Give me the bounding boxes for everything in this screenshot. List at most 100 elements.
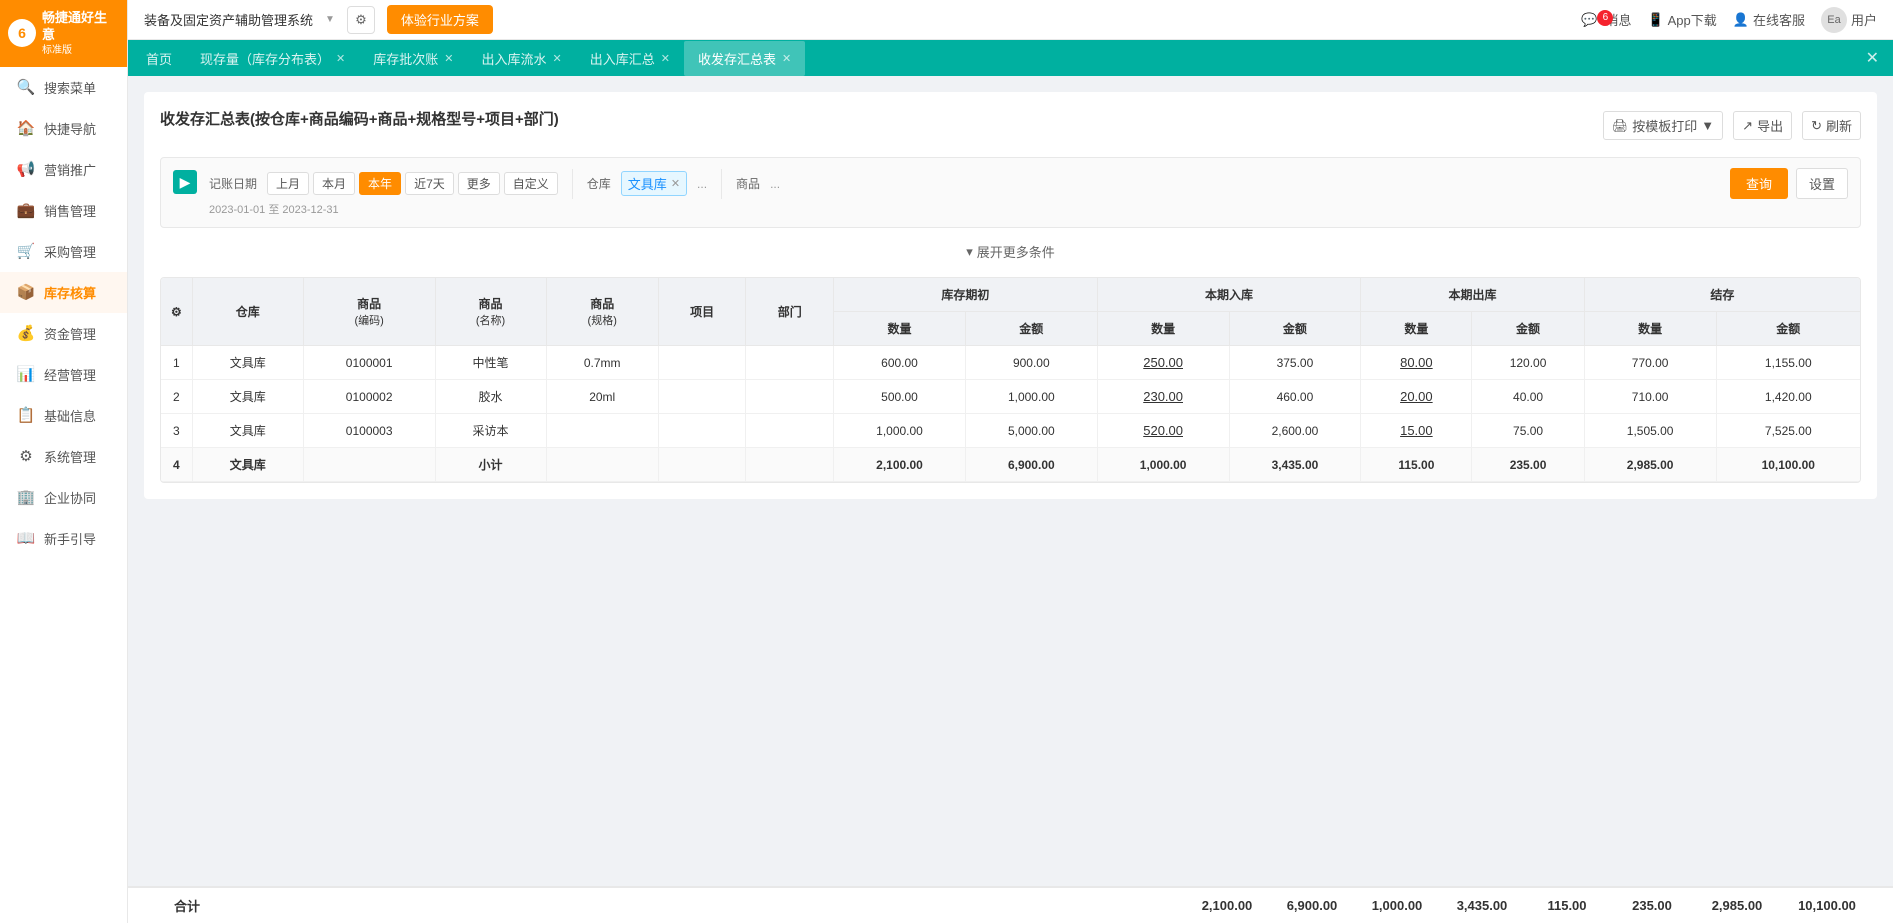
sidebar-item-label: 库存核算: [44, 283, 96, 302]
try-btn[interactable]: 体验行业方案: [387, 5, 493, 34]
page-title: 收发存汇总表(按仓库+商品编码+商品+规格型号+项目+部门): [160, 108, 559, 129]
print-btn[interactable]: 🖨 按模板打印 ▼: [1603, 111, 1723, 140]
th-balance-amt: 金额: [1716, 312, 1860, 346]
sidebar-item-enterprise[interactable]: 🏢 企业协同: [0, 477, 127, 518]
filter-row: 记账日期 上月本月本年近7天更多自定义 仓库 文具库 ✕ ... 商品 ...: [209, 168, 1848, 199]
th-department: 部门: [746, 278, 834, 346]
row-project: [658, 380, 746, 414]
filter-body: 记账日期 上月本月本年近7天更多自定义 仓库 文具库 ✕ ... 商品 ...: [209, 168, 1848, 217]
row-opening-amt: 900.00: [965, 346, 1097, 380]
row-out-qty[interactable]: 15.00: [1361, 414, 1472, 448]
row-goods-name: 小计: [435, 448, 546, 482]
app-download-btn[interactable]: 📱 App下载: [1647, 10, 1716, 29]
row-department: [746, 346, 834, 380]
sidebar-item-search[interactable]: 🔍 搜索菜单: [0, 67, 127, 108]
row-balance-qty: 1,505.00: [1584, 414, 1716, 448]
tab-close-batch[interactable]: ✕: [444, 52, 453, 65]
sidebar-item-marketing[interactable]: 📢 营销推广: [0, 149, 127, 190]
app-download-label: App下载: [1668, 10, 1717, 29]
tab-inventory-dist[interactable]: 现存量（库存分布表） ✕: [186, 41, 359, 76]
tab-recv-send[interactable]: 收发存汇总表 ✕: [684, 41, 805, 76]
tab-home[interactable]: 首页: [132, 41, 186, 76]
row-out-amt: 75.00: [1472, 414, 1584, 448]
sidebar-item-system[interactable]: ⚙ 系统管理: [0, 436, 127, 477]
sidebar-item-label: 搜索菜单: [44, 78, 96, 97]
sidebar-item-beginner[interactable]: 📖 新手引导: [0, 518, 127, 559]
row-balance-qty: 2,985.00: [1584, 448, 1716, 482]
date-btn-本月[interactable]: 本月: [313, 172, 355, 195]
sidebar-item-operations[interactable]: 📊 经营管理: [0, 354, 127, 395]
row-no: 3: [161, 414, 192, 448]
th-settings[interactable]: ⚙: [161, 278, 192, 346]
sidebar-item-basic-info[interactable]: 📋 基础信息: [0, 395, 127, 436]
row-balance-qty: 770.00: [1584, 346, 1716, 380]
row-goods-name: 胶水: [435, 380, 546, 414]
system-title: 装备及固定资产辅助管理系统: [144, 10, 313, 29]
export-btn-label: 导出: [1757, 116, 1783, 135]
date-btn-自定义[interactable]: 自定义: [504, 172, 558, 195]
row-out-qty[interactable]: 80.00: [1361, 346, 1472, 380]
refresh-btn-label: 刷新: [1826, 116, 1852, 135]
sidebar-item-finance[interactable]: 💰 资金管理: [0, 313, 127, 354]
sidebar-item-quick-nav[interactable]: 🏠 快捷导航: [0, 108, 127, 149]
close-all-tabs[interactable]: ✕: [1856, 48, 1889, 68]
th-goods-name: 商品(名称): [435, 278, 546, 346]
filter-toggle-btn[interactable]: ▶: [173, 170, 197, 194]
user-btn[interactable]: Ea 用户: [1821, 7, 1877, 33]
row-in-amt: 375.00: [1229, 346, 1361, 380]
goods-more[interactable]: ...: [770, 177, 780, 191]
topbar-right: 💬 6 消息 📱 App下载 👤 在线客服 Ea 用户: [1581, 7, 1877, 33]
th-in-amt: 金额: [1229, 312, 1361, 346]
sidebar-item-label: 销售管理: [44, 201, 96, 220]
data-table: ⚙ 仓库 商品(编码) 商品(名称) 商品(规格) 项目 部门 库存期初 本期入…: [161, 278, 1860, 482]
warehouse-tag-remove[interactable]: ✕: [671, 177, 680, 190]
row-warehouse: 文具库: [192, 346, 303, 380]
gear-button[interactable]: ⚙: [347, 6, 375, 34]
row-in-qty[interactable]: 250.00: [1097, 346, 1229, 380]
date-btn-本年[interactable]: 本年: [359, 172, 401, 195]
query-btn[interactable]: 查询: [1730, 168, 1788, 199]
filter-divider: [572, 169, 573, 199]
settings-btn[interactable]: 设置: [1796, 168, 1848, 199]
tab-label: 收发存汇总表: [698, 49, 776, 68]
tab-label: 库存批次账: [373, 49, 438, 68]
row-balance-amt: 10,100.00: [1716, 448, 1860, 482]
row-in-qty[interactable]: 520.00: [1097, 414, 1229, 448]
purchase-icon: 🛒: [16, 242, 36, 260]
expand-more-btn[interactable]: ▾ 展开更多条件: [160, 238, 1861, 265]
tab-close-flow[interactable]: ✕: [553, 52, 562, 65]
sidebar-item-label: 系统管理: [44, 447, 96, 466]
sidebar-item-sales[interactable]: 💼 销售管理: [0, 190, 127, 231]
search-icon: 🔍: [16, 78, 36, 96]
tab-label: 首页: [146, 49, 172, 68]
sidebar-item-purchase[interactable]: 🛒 采购管理: [0, 231, 127, 272]
row-out-qty[interactable]: 20.00: [1361, 380, 1472, 414]
tabbar: 首页现存量（库存分布表）✕库存批次账✕出入库流水✕出入库汇总✕收发存汇总表✕ ✕: [128, 40, 1893, 76]
export-btn[interactable]: ↗ 导出: [1733, 111, 1792, 140]
refresh-btn[interactable]: ↻ 刷新: [1802, 111, 1861, 140]
phone-icon: 📱: [1647, 12, 1663, 28]
sidebar-item-inventory[interactable]: 📦 库存核算: [0, 272, 127, 313]
message-icon: 💬: [1581, 12, 1597, 28]
tab-label: 现存量（库存分布表）: [200, 49, 330, 68]
tab-flow[interactable]: 出入库流水✕: [467, 41, 575, 76]
sales-icon: 💼: [16, 201, 36, 219]
warehouse-more[interactable]: ...: [697, 177, 707, 191]
tab-batch[interactable]: 库存批次账 ✕: [359, 41, 467, 76]
tab-close-recv-send[interactable]: ✕: [782, 52, 791, 65]
row-department: [746, 448, 834, 482]
row-no: 4: [161, 448, 192, 482]
tab-close-inventory-dist[interactable]: ✕: [336, 52, 345, 65]
date-btn-近7天[interactable]: 近7天: [405, 172, 454, 195]
row-in-qty[interactable]: 230.00: [1097, 380, 1229, 414]
tab-close-summary[interactable]: ✕: [661, 52, 670, 65]
online-service-btn[interactable]: 👤 在线客服: [1733, 10, 1805, 29]
date-btn-更多[interactable]: 更多: [458, 172, 500, 195]
row-goods-spec: [546, 448, 658, 482]
date-label: 记账日期: [209, 175, 257, 192]
date-btn-上月[interactable]: 上月: [267, 172, 309, 195]
tab-summary[interactable]: 出入库汇总✕: [576, 41, 684, 76]
table-body: 1文具库0100001中性笔0.7mm600.00900.00250.00375…: [161, 346, 1860, 482]
footer-balance-amt: 10,100.00: [1777, 898, 1877, 913]
messages-btn[interactable]: 💬 6 消息: [1581, 10, 1631, 29]
